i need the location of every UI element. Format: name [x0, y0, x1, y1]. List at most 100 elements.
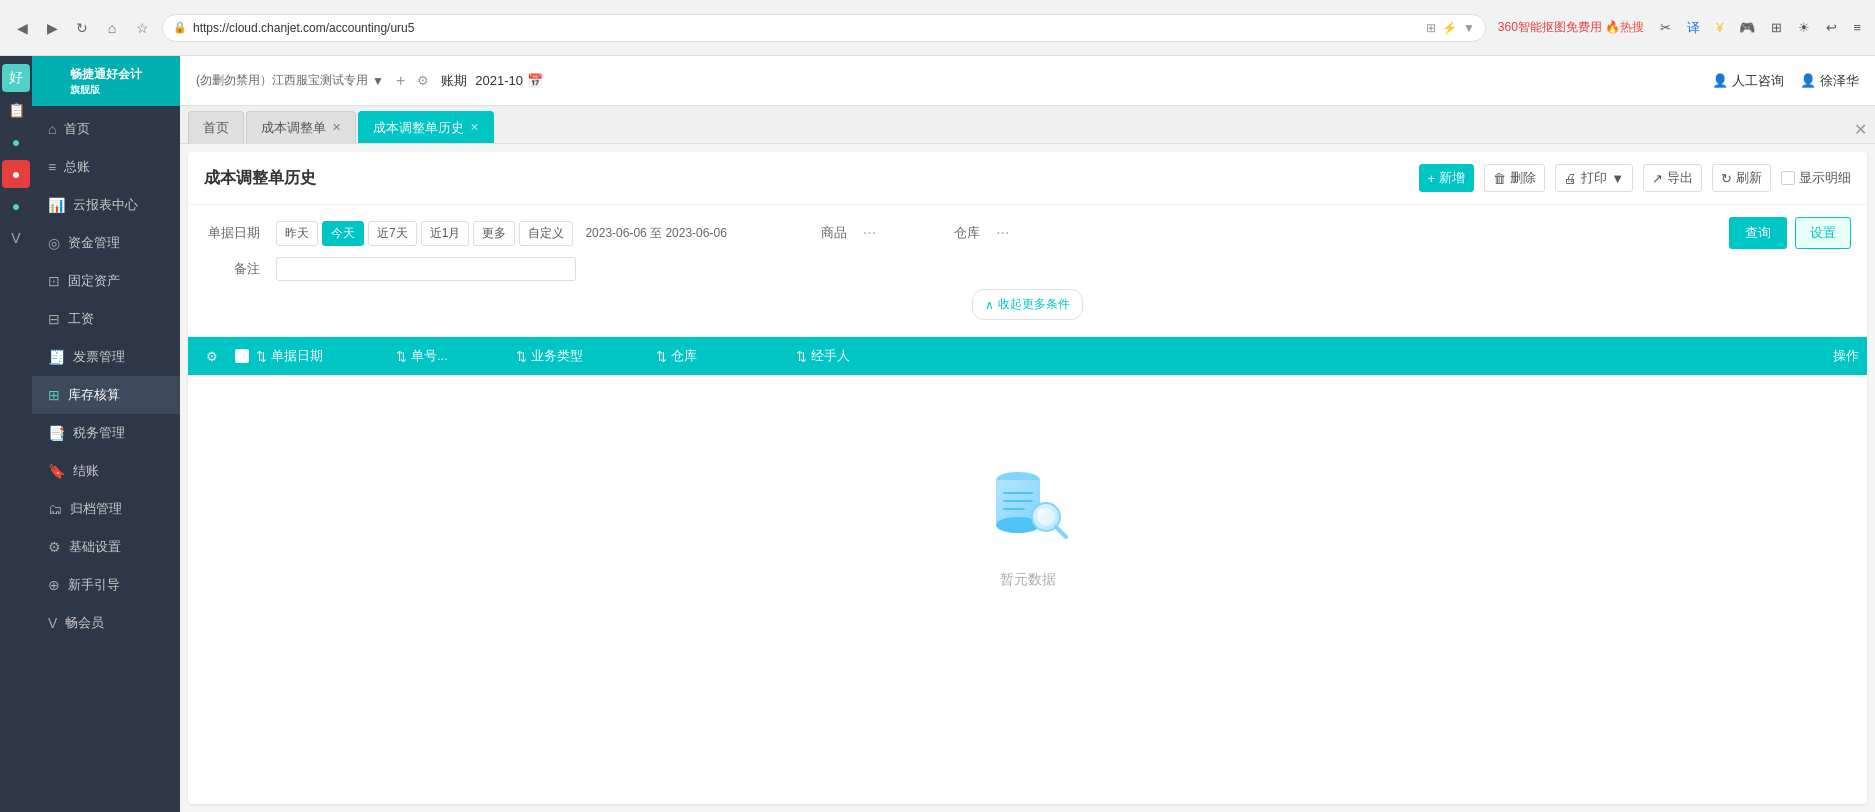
- guide-icon: ⊕: [48, 577, 60, 593]
- user-menu[interactable]: 👤 徐泽华: [1800, 72, 1859, 90]
- sidebar-item-member[interactable]: V 畅会员: [32, 604, 180, 642]
- settings-icon: ⚙: [48, 539, 61, 555]
- remark-input[interactable]: [276, 257, 576, 281]
- translate-tool[interactable]: 译: [1683, 17, 1704, 39]
- tab-home-label: 首页: [203, 119, 229, 137]
- sidebar-label-ledger: 总账: [64, 158, 90, 176]
- date-filter-label: 单据日期: [204, 224, 260, 242]
- date-custom[interactable]: 自定义: [519, 221, 573, 246]
- product-dots[interactable]: ···: [863, 224, 876, 242]
- product-filter-label: 商品: [791, 224, 847, 242]
- date-last-month[interactable]: 近1月: [421, 221, 470, 246]
- settings-button[interactable]: 设置: [1795, 217, 1851, 249]
- user-name: 徐泽华: [1820, 72, 1859, 90]
- remark-filter-label: 备注: [204, 260, 260, 278]
- sidebar-item-settings[interactable]: ⚙ 基础设置: [32, 528, 180, 566]
- th-warehouse[interactable]: ⇅ 仓库: [656, 347, 796, 365]
- sidebar-item-invoice[interactable]: 🧾 发票管理: [32, 338, 180, 376]
- sidebar-item-inventory[interactable]: ⊞ 库存核算: [32, 376, 180, 414]
- filter-row-date: 单据日期 昨天 今天 近7天 近1月 更多 自定义 2023-06-06 至 2…: [204, 217, 1851, 249]
- sidebar-logo: 畅捷通好会计 旗舰版: [32, 56, 180, 106]
- period-value: 2021-10: [475, 73, 523, 88]
- tab-cost-adjust-label: 成本调整单: [261, 119, 326, 137]
- grid-tool[interactable]: ⊞: [1767, 18, 1786, 37]
- delete-icon: 🗑: [1493, 171, 1506, 186]
- sidebar-item-tax[interactable]: 📑 税务管理: [32, 414, 180, 452]
- main-content: (勿删勿禁用）江西服宝测试专用 ▼ + ⚙ 账期 2021-10 📅 👤 人工咨…: [180, 56, 1875, 812]
- print-button[interactable]: 🖨 打印 ▼: [1555, 164, 1633, 192]
- display-toggle-checkbox[interactable]: [1781, 171, 1795, 185]
- query-button[interactable]: 查询: [1729, 217, 1787, 249]
- period-selector[interactable]: 账期 2021-10 📅: [441, 72, 543, 90]
- th-handler[interactable]: ⇅ 经手人: [796, 347, 936, 365]
- sidebar-item-settle[interactable]: 🔖 结账: [32, 452, 180, 490]
- add-button[interactable]: + 新增: [1419, 164, 1475, 192]
- sidebar-label-reports: 云报表中心: [73, 196, 138, 214]
- sidebar-item-ledger[interactable]: ≡ 总账: [32, 148, 180, 186]
- export-button[interactable]: ↗ 导出: [1643, 164, 1702, 192]
- tab-cost-adjust-history-close[interactable]: ✕: [470, 121, 479, 134]
- tab-cost-adjust-close[interactable]: ✕: [332, 121, 341, 134]
- svg-line-8: [1056, 527, 1066, 537]
- refresh-label: 刷新: [1736, 169, 1762, 187]
- address-bar[interactable]: 🔒 https://cloud.chanjet.com/accounting/u…: [162, 14, 1486, 42]
- th-actions-label: 操作: [1833, 347, 1859, 365]
- refresh-button[interactable]: ↻: [70, 16, 94, 40]
- tab-cost-adjust[interactable]: 成本调整单 ✕: [246, 111, 356, 143]
- tab-cost-adjust-history[interactable]: 成本调整单历史 ✕: [358, 111, 494, 143]
- company-chevron: ▼: [372, 74, 384, 88]
- menu-tool[interactable]: ≡: [1849, 18, 1865, 37]
- member-icon: V: [48, 615, 57, 631]
- refresh-button[interactable]: ↻ 刷新: [1712, 164, 1771, 192]
- tab-home[interactable]: 首页: [188, 111, 244, 143]
- scissors-tool[interactable]: ✂: [1656, 18, 1675, 37]
- sun-tool[interactable]: ☀: [1794, 18, 1814, 37]
- date-more[interactable]: 更多: [473, 221, 515, 246]
- archive-icon: 🗂: [48, 501, 62, 517]
- sidebar-item-payroll[interactable]: ⊟ 工资: [32, 300, 180, 338]
- strip-icon-4[interactable]: ●: [2, 192, 30, 220]
- th-date[interactable]: ⇅ 单据日期: [256, 347, 396, 365]
- sidebar-item-funds[interactable]: ◎ 资金管理: [32, 224, 180, 262]
- add-icon[interactable]: +: [396, 72, 405, 90]
- service-btn[interactable]: 👤 人工咨询: [1712, 72, 1784, 90]
- select-all-checkbox[interactable]: [235, 349, 249, 363]
- date-last7[interactable]: 近7天: [368, 221, 417, 246]
- delete-button[interactable]: 🗑 删除: [1484, 164, 1545, 192]
- display-toggle[interactable]: 显示明细: [1781, 169, 1851, 187]
- strip-icon-3[interactable]: ●: [2, 160, 30, 188]
- sidebar-item-archive[interactable]: 🗂 归档管理: [32, 490, 180, 528]
- th-number[interactable]: ⇅ 单号...: [396, 347, 516, 365]
- strip-icon-5[interactable]: V: [2, 224, 30, 252]
- game-tool[interactable]: 🎮: [1735, 18, 1759, 37]
- sidebar-item-fixed-assets[interactable]: ⊡ 固定资产: [32, 262, 180, 300]
- back-button[interactable]: ◀: [10, 16, 34, 40]
- strip-icon-1[interactable]: 📋: [2, 96, 30, 124]
- undo-tool[interactable]: ↩: [1822, 18, 1841, 37]
- sidebar-item-home[interactable]: ⌂ 首页: [32, 110, 180, 148]
- forward-button[interactable]: ▶: [40, 16, 64, 40]
- home-button[interactable]: ⌂: [100, 16, 124, 40]
- th-business-type[interactable]: ⇅ 业务类型: [516, 347, 656, 365]
- inventory-icon: ⊞: [48, 387, 60, 403]
- date-yesterday[interactable]: 昨天: [276, 221, 318, 246]
- coin-tool[interactable]: ¥: [1712, 18, 1727, 37]
- empty-illustration: [978, 455, 1078, 555]
- sidebar-label-tax: 税务管理: [73, 424, 125, 442]
- sidebar-item-reports[interactable]: 📊 云报表中心: [32, 186, 180, 224]
- sidebar-label-invoice: 发票管理: [73, 348, 125, 366]
- browser-tools: 360智能抠图免费用 🔥热搜 ✂ 译 ¥ 🎮 ⊞ ☀ ↩ ≡: [1494, 17, 1865, 39]
- date-today[interactable]: 今天: [322, 221, 364, 246]
- close-all-icon[interactable]: ✕: [1854, 120, 1867, 143]
- collapse-button[interactable]: ∧ 收起更多条件: [972, 289, 1083, 320]
- star-button[interactable]: ☆: [130, 16, 154, 40]
- settings-gear-icon[interactable]: ⚙: [417, 73, 429, 88]
- table-select-all[interactable]: [228, 349, 256, 363]
- warehouse-dots[interactable]: ···: [996, 224, 1009, 242]
- sidebar-item-guide[interactable]: ⊕ 新手引导: [32, 566, 180, 604]
- sidebar-label-funds: 资金管理: [68, 234, 120, 252]
- strip-icon-2[interactable]: ●: [2, 128, 30, 156]
- company-selector[interactable]: (勿删勿禁用）江西服宝测试专用 ▼: [196, 72, 384, 89]
- table-gear-icon[interactable]: ⚙: [196, 349, 228, 364]
- sidebar-label-archive: 归档管理: [70, 500, 122, 518]
